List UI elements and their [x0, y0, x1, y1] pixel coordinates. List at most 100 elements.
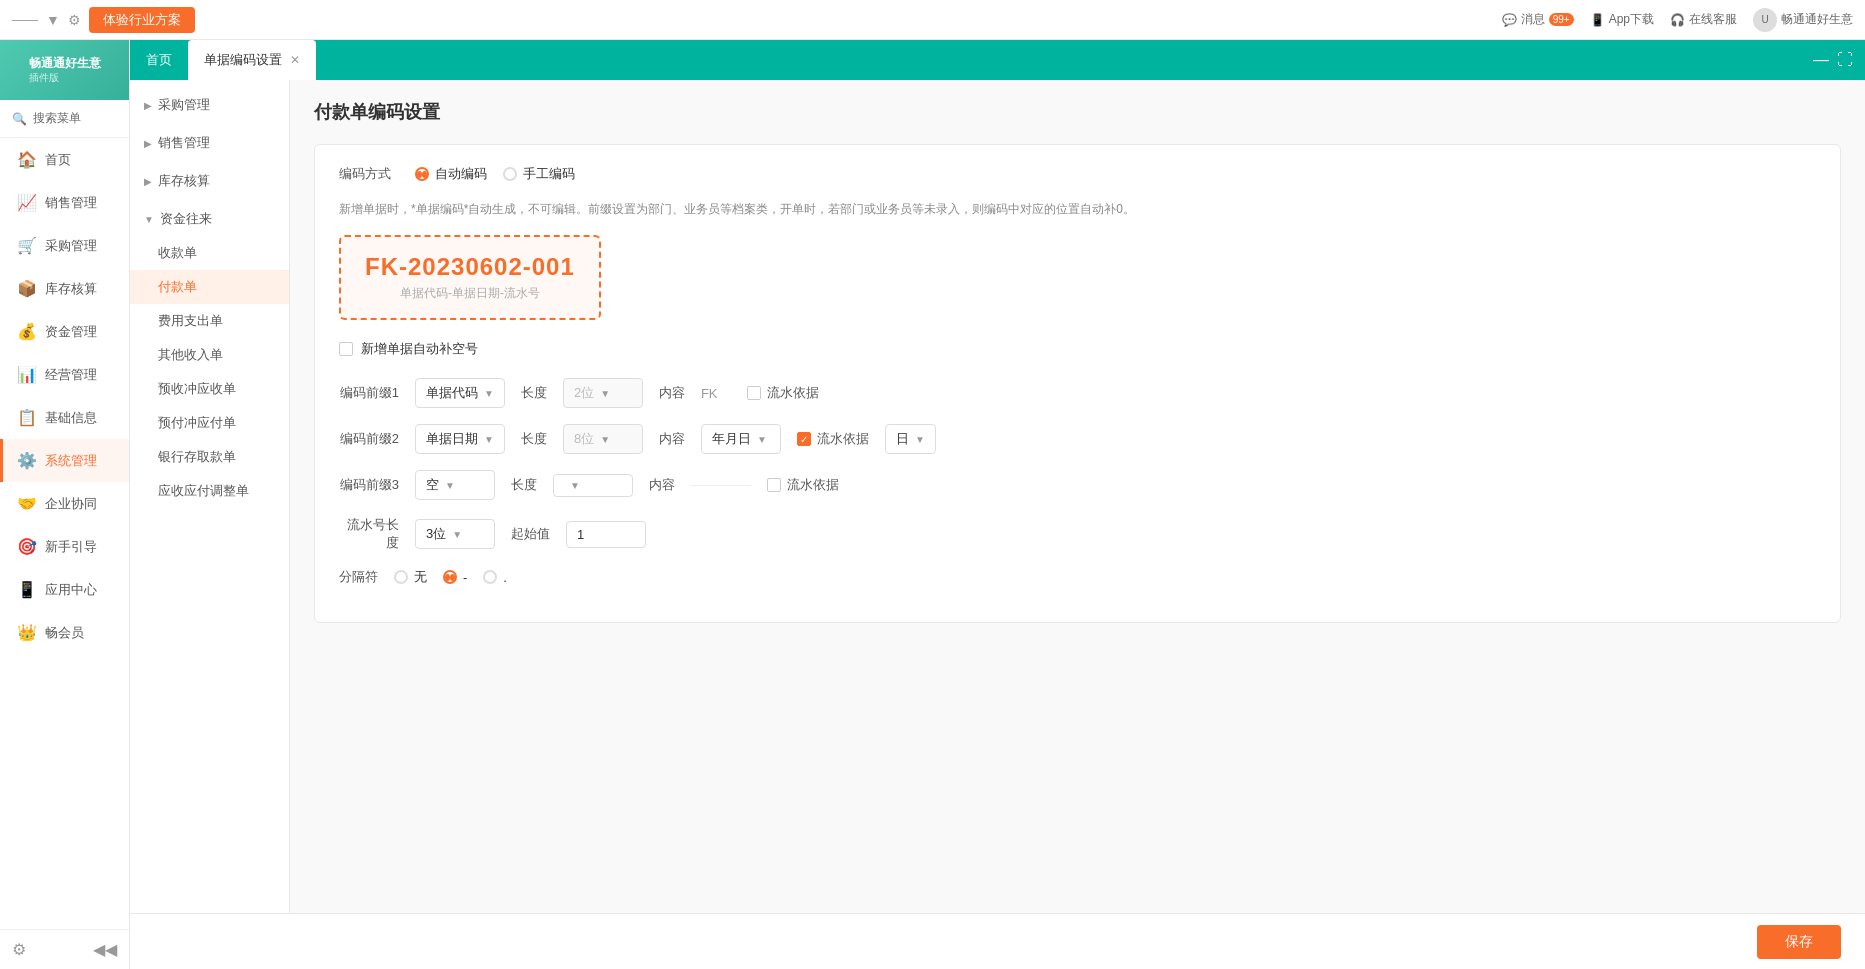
- sidebar-item-home[interactable]: 🏠 首页: [0, 138, 129, 181]
- prefix3-row: 编码前缀3 空 ▼ 长度 ▼ 内容: [339, 470, 1816, 500]
- start-value-input[interactable]: [566, 521, 646, 548]
- code-method-radio-group: 自动编码 手工编码: [415, 165, 575, 183]
- serial-length-arrow-icon: ▼: [452, 529, 462, 540]
- sub-item-other-income[interactable]: 其他收入单: [130, 338, 289, 372]
- auto-code-radio-dot[interactable]: [415, 167, 429, 181]
- sub-sidebar: ▶ 采购管理 ▶ 销售管理 ▶ 库存核算: [130, 80, 290, 913]
- prefix3-length-select[interactable]: ▼: [553, 474, 633, 497]
- main-content: 付款单编码设置 编码方式 自动编码: [290, 80, 1865, 913]
- sidebar-item-member[interactable]: 👑 畅会员: [0, 611, 129, 654]
- sub-group-capital-title[interactable]: ▼ 资金往来: [130, 202, 289, 236]
- sub-item-prepay-ar[interactable]: 预收冲应收单: [130, 372, 289, 406]
- prefix2-length-arrow-icon: ▼: [600, 434, 610, 445]
- separator-none-radio[interactable]: 无: [394, 568, 427, 586]
- prefix2-content-select[interactable]: 年月日 ▼: [701, 424, 781, 454]
- prefix1-serial-checkbox[interactable]: 流水依据: [747, 384, 819, 402]
- tab-serial-code[interactable]: 单据编码设置 ✕: [188, 40, 316, 80]
- nav-items: 🏠 首页 📈 销售管理 🛒 采购管理 📦 库存核算 💰 资金管理 📊 经: [0, 138, 129, 654]
- online-service-item[interactable]: 🎧 在线客服: [1670, 11, 1737, 28]
- sub-item-payment[interactable]: 付款单: [130, 270, 289, 304]
- sub-item-prepay-ap[interactable]: 预付冲应付单: [130, 406, 289, 440]
- manual-code-radio[interactable]: 手工编码: [503, 165, 575, 183]
- prefix3-serial-check[interactable]: [767, 478, 781, 492]
- tab-bar-right: — ⛶: [1813, 51, 1865, 69]
- sidebar-item-purchase[interactable]: 🛒 采购管理: [0, 224, 129, 267]
- prefix2-select[interactable]: 单据日期 ▼: [415, 424, 505, 454]
- sidebar-item-apps[interactable]: 📱 应用中心: [0, 568, 129, 611]
- logo-title: 畅通通好生意: [29, 55, 101, 72]
- left-sidebar: 畅通通好生意 插件版 🔍 搜索菜单 🏠 首页 📈 销售管理 🛒 采购管理 📦: [0, 40, 130, 969]
- settings-bottom-icon[interactable]: ⚙: [12, 940, 26, 959]
- sub-item-ar-ap-adjust[interactable]: 应收应付调整单: [130, 474, 289, 508]
- dropdown-arrow-icon[interactable]: ▼: [46, 12, 60, 28]
- prefix3-serial-checkbox[interactable]: 流水依据: [767, 476, 839, 494]
- prefix3-length-label: 长度: [511, 476, 537, 494]
- content-area: ▶ 采购管理 ▶ 销售管理 ▶ 库存核算: [130, 80, 1865, 913]
- tab-close-icon[interactable]: ✕: [290, 53, 300, 67]
- sub-group-inventory: ▶ 库存核算: [130, 164, 289, 198]
- code-method-label: 编码方式: [339, 165, 391, 183]
- prefix2-serial-unit-select[interactable]: 日 ▼: [885, 424, 936, 454]
- sub-group-capital: ▼ 资金往来 收款单 付款单 费用支出单 其他收入单 预收冲应收单 预付冲应付单…: [130, 202, 289, 508]
- separator-dot2-radio[interactable]: .: [483, 570, 507, 585]
- prefix2-serial-check[interactable]: ✓: [797, 432, 811, 446]
- sub-group-inventory-title[interactable]: ▶ 库存核算: [130, 164, 289, 198]
- purchase-arrow-icon: ▶: [144, 100, 152, 111]
- settings-icon[interactable]: ⚙: [68, 12, 81, 28]
- manual-code-radio-dot[interactable]: [503, 167, 517, 181]
- prefix1-label: 编码前缀1: [339, 384, 399, 402]
- separator-label: 分隔符: [339, 568, 378, 586]
- headset-icon: 🎧: [1670, 13, 1685, 27]
- prefix1-serial-check[interactable]: [747, 386, 761, 400]
- search-menu-button[interactable]: 🔍 搜索菜单: [0, 100, 129, 138]
- trial-button[interactable]: 体验行业方案: [89, 7, 195, 33]
- tab-minimize-icon[interactable]: —: [1813, 51, 1829, 69]
- prefix1-length-select[interactable]: 2位 ▼: [563, 378, 643, 408]
- auto-code-radio[interactable]: 自动编码: [415, 165, 487, 183]
- collapse-icon[interactable]: ◀◀: [93, 940, 117, 959]
- hint-text: 新增单据时，*单据编码*自动生成，不可编辑。前缀设置为部门、业务员等档案类，开单…: [339, 199, 1816, 219]
- sub-item-expense[interactable]: 费用支出单: [130, 304, 289, 338]
- prefix1-arrow-icon: ▼: [484, 388, 494, 399]
- app-download-item[interactable]: 📱 App下载: [1590, 11, 1654, 28]
- prefix2-length-select[interactable]: 8位 ▼: [563, 424, 643, 454]
- message-item[interactable]: 💬 消息 99+: [1502, 11, 1574, 28]
- sub-item-receipt[interactable]: 收款单: [130, 236, 289, 270]
- sidebar-item-basic[interactable]: 📋 基础信息: [0, 396, 129, 439]
- sidebar-item-enterprise[interactable]: 🤝 企业协同: [0, 482, 129, 525]
- sub-group-sales-title[interactable]: ▶ 销售管理: [130, 126, 289, 160]
- sidebar-item-finance[interactable]: 💰 资金管理: [0, 310, 129, 353]
- separator-none-dot[interactable]: [394, 570, 408, 584]
- start-value-label: 起始值: [511, 525, 550, 543]
- save-button[interactable]: 保存: [1757, 925, 1841, 959]
- sidebar-item-operation[interactable]: 📊 经营管理: [0, 353, 129, 396]
- serial-length-select[interactable]: 3位 ▼: [415, 519, 495, 549]
- app-icon: 📱: [1590, 13, 1605, 27]
- sidebar-item-inventory[interactable]: 📦 库存核算: [0, 267, 129, 310]
- sub-item-bank[interactable]: 银行存取款单: [130, 440, 289, 474]
- prefix1-content-value: FK: [701, 386, 731, 401]
- prefix2-content-arrow-icon: ▼: [757, 434, 767, 445]
- sidebar-item-guide[interactable]: 🎯 新手引导: [0, 525, 129, 568]
- separator-dot1-dot[interactable]: [443, 570, 457, 584]
- tab-maximize-icon[interactable]: ⛶: [1837, 51, 1853, 69]
- separator-row: 分隔符 无 - .: [339, 568, 1816, 586]
- sidebar-item-system[interactable]: ⚙️ 系统管理: [0, 439, 129, 482]
- sidebar-item-sales[interactable]: 📈 销售管理: [0, 181, 129, 224]
- prefix1-content-label: 内容: [659, 384, 685, 402]
- prefix1-select[interactable]: 单据代码 ▼: [415, 378, 505, 408]
- tab-home[interactable]: 首页: [130, 40, 188, 80]
- separator-dot1-radio[interactable]: -: [443, 570, 467, 585]
- separator-dot2-dot[interactable]: [483, 570, 497, 584]
- prefix2-serial-unit-arrow-icon: ▼: [915, 434, 925, 445]
- prefix2-arrow-icon: ▼: [484, 434, 494, 445]
- sales-icon: 📈: [17, 193, 37, 212]
- user-menu[interactable]: U 畅通通好生意: [1753, 8, 1853, 32]
- prefix3-select[interactable]: 空 ▼: [415, 470, 495, 500]
- sub-group-purchase-title[interactable]: ▶ 采购管理: [130, 88, 289, 122]
- auto-fill-checkbox[interactable]: [339, 342, 353, 356]
- prefix2-serial-checkbox[interactable]: ✓ 流水依据: [797, 430, 869, 448]
- auto-fill-row: 新增单据自动补空号: [339, 340, 1816, 358]
- serial-length-row: 流水号长度 3位 ▼ 起始值: [339, 516, 1816, 552]
- serial-length-label: 流水号长度: [339, 516, 399, 552]
